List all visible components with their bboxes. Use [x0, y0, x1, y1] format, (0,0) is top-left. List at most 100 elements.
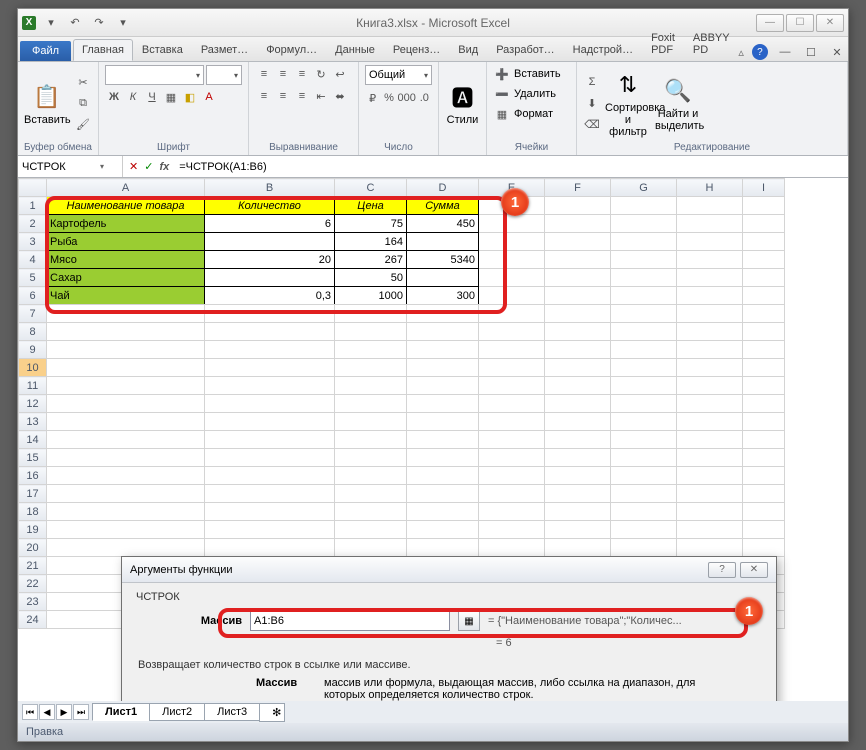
- row-header[interactable]: 12: [19, 395, 47, 413]
- currency-icon[interactable]: ₽: [365, 89, 380, 107]
- font-size-combo[interactable]: ▾: [206, 65, 242, 85]
- doc-close-icon[interactable]: ✕: [828, 43, 846, 61]
- indent-dec-icon[interactable]: ⇤: [312, 87, 330, 105]
- align-center-icon[interactable]: ≡: [274, 87, 292, 105]
- paste-button[interactable]: 📋 Вставить: [24, 80, 70, 126]
- select-all[interactable]: [19, 179, 47, 197]
- fill-icon[interactable]: ◧: [181, 88, 199, 106]
- styles-button[interactable]: 🅰Стили: [445, 80, 480, 126]
- worksheet[interactable]: A B C D E F G H I 1 Наименование товара …: [18, 178, 848, 720]
- align-top-icon[interactable]: ≡: [255, 65, 273, 83]
- row-header[interactable]: 10: [19, 359, 47, 377]
- first-sheet-icon[interactable]: ⏮: [22, 704, 38, 720]
- doc-max-icon[interactable]: ☐: [802, 43, 820, 61]
- sheet-tab[interactable]: Лист1: [92, 703, 150, 721]
- row-header[interactable]: 24: [19, 611, 47, 629]
- column-headers[interactable]: A B C D E F G H I: [19, 179, 785, 197]
- col-header[interactable]: F: [545, 179, 611, 197]
- clear-icon[interactable]: ⌫: [583, 115, 601, 133]
- fx-icon[interactable]: fx: [159, 161, 169, 173]
- underline-icon[interactable]: Ч: [143, 88, 161, 106]
- col-header[interactable]: I: [743, 179, 785, 197]
- name-box-dd-icon[interactable]: ▾: [100, 162, 104, 171]
- tab-abbyy[interactable]: ABBYY PD: [684, 27, 739, 61]
- tab-data[interactable]: Данные: [326, 39, 384, 61]
- font-name-combo[interactable]: ▾: [105, 65, 204, 85]
- row-header[interactable]: 19: [19, 521, 47, 539]
- cut-icon[interactable]: ✂: [74, 73, 92, 91]
- col-header[interactable]: B: [205, 179, 335, 197]
- name-box-input[interactable]: [22, 161, 100, 173]
- orientation-icon[interactable]: ↻: [312, 65, 330, 83]
- align-left-icon[interactable]: ≡: [255, 87, 273, 105]
- formula-input[interactable]: [179, 161, 844, 173]
- row-header[interactable]: 15: [19, 449, 47, 467]
- copy-icon[interactable]: ⧉: [74, 94, 92, 112]
- tab-home[interactable]: Главная: [73, 39, 133, 61]
- qat-redo-icon[interactable]: ↷: [90, 14, 108, 32]
- dec-inc-icon[interactable]: .0: [417, 89, 432, 107]
- format-label[interactable]: Формат: [514, 108, 553, 120]
- minimize-button[interactable]: —: [756, 14, 784, 32]
- tab-layout[interactable]: Размет…: [192, 39, 257, 61]
- ribbon-min-icon[interactable]: ▵: [738, 46, 744, 59]
- border-icon[interactable]: ▦: [162, 88, 180, 106]
- row-header[interactable]: 7: [19, 305, 47, 323]
- insert-label[interactable]: Вставить: [514, 68, 561, 80]
- dialog-close-button[interactable]: ✕: [740, 562, 768, 578]
- col-header[interactable]: D: [407, 179, 479, 197]
- prev-sheet-icon[interactable]: ◀: [39, 704, 55, 720]
- qat-undo-icon[interactable]: ↶: [66, 14, 84, 32]
- row-header[interactable]: 9: [19, 341, 47, 359]
- format-icon[interactable]: ▦: [493, 105, 511, 123]
- dialog-titlebar[interactable]: Аргументы функции ? ✕: [122, 557, 776, 583]
- thousands-icon[interactable]: 000: [398, 89, 416, 107]
- delete-label[interactable]: Удалить: [514, 88, 556, 100]
- align-bot-icon[interactable]: ≡: [293, 65, 311, 83]
- autosum-icon[interactable]: Σ: [583, 73, 601, 91]
- close-button[interactable]: ✕: [816, 14, 844, 32]
- row-header[interactable]: 18: [19, 503, 47, 521]
- col-header[interactable]: A: [47, 179, 205, 197]
- row-header[interactable]: 13: [19, 413, 47, 431]
- tab-formulas[interactable]: Формул…: [257, 39, 326, 61]
- tab-developer[interactable]: Разработ…: [487, 39, 563, 61]
- col-header[interactable]: H: [677, 179, 743, 197]
- insert-icon[interactable]: ➕: [493, 65, 511, 83]
- tab-addins[interactable]: Надстрой…: [564, 39, 642, 61]
- row-header[interactable]: 17: [19, 485, 47, 503]
- row-header[interactable]: 16: [19, 467, 47, 485]
- merge-icon[interactable]: ⬌: [331, 87, 349, 105]
- find-select-button[interactable]: 🔍Найти и выделить: [655, 74, 701, 132]
- col-header[interactable]: G: [611, 179, 677, 197]
- row-header[interactable]: 8: [19, 323, 47, 341]
- col-header[interactable]: C: [335, 179, 407, 197]
- qat-more-icon[interactable]: ▾: [114, 14, 132, 32]
- percent-icon[interactable]: %: [381, 89, 396, 107]
- array-input[interactable]: [254, 615, 446, 627]
- row-header[interactable]: 22: [19, 575, 47, 593]
- maximize-button[interactable]: ☐: [786, 14, 814, 32]
- tab-view[interactable]: Вид: [449, 39, 487, 61]
- accept-formula-icon[interactable]: ✓: [144, 160, 153, 173]
- bold-icon[interactable]: Ж: [105, 88, 123, 106]
- number-format-combo[interactable]: Общий▾: [365, 65, 432, 85]
- delete-icon[interactable]: ➖: [493, 85, 511, 103]
- tab-foxit[interactable]: Foxit PDF: [642, 27, 684, 61]
- name-box[interactable]: ▾: [18, 156, 123, 177]
- align-mid-icon[interactable]: ≡: [274, 65, 292, 83]
- tab-insert[interactable]: Вставка: [133, 39, 192, 61]
- fill-down-icon[interactable]: ⬇: [583, 94, 601, 112]
- format-painter-icon[interactable]: 🖌: [74, 115, 92, 133]
- qat-save-icon[interactable]: ▾: [42, 14, 60, 32]
- next-sheet-icon[interactable]: ▶: [56, 704, 72, 720]
- range-picker-button[interactable]: ▦: [458, 611, 480, 631]
- align-right-icon[interactable]: ≡: [293, 87, 311, 105]
- col-header[interactable]: E: [479, 179, 545, 197]
- grid[interactable]: A B C D E F G H I 1 Наименование товара …: [18, 178, 785, 305]
- sort-filter-button[interactable]: ⇅Сортировка и фильтр: [605, 68, 651, 138]
- row-header[interactable]: 21: [19, 557, 47, 575]
- file-tab[interactable]: Файл: [20, 41, 71, 61]
- dialog-help-button[interactable]: ?: [708, 562, 736, 578]
- row-header[interactable]: 11: [19, 377, 47, 395]
